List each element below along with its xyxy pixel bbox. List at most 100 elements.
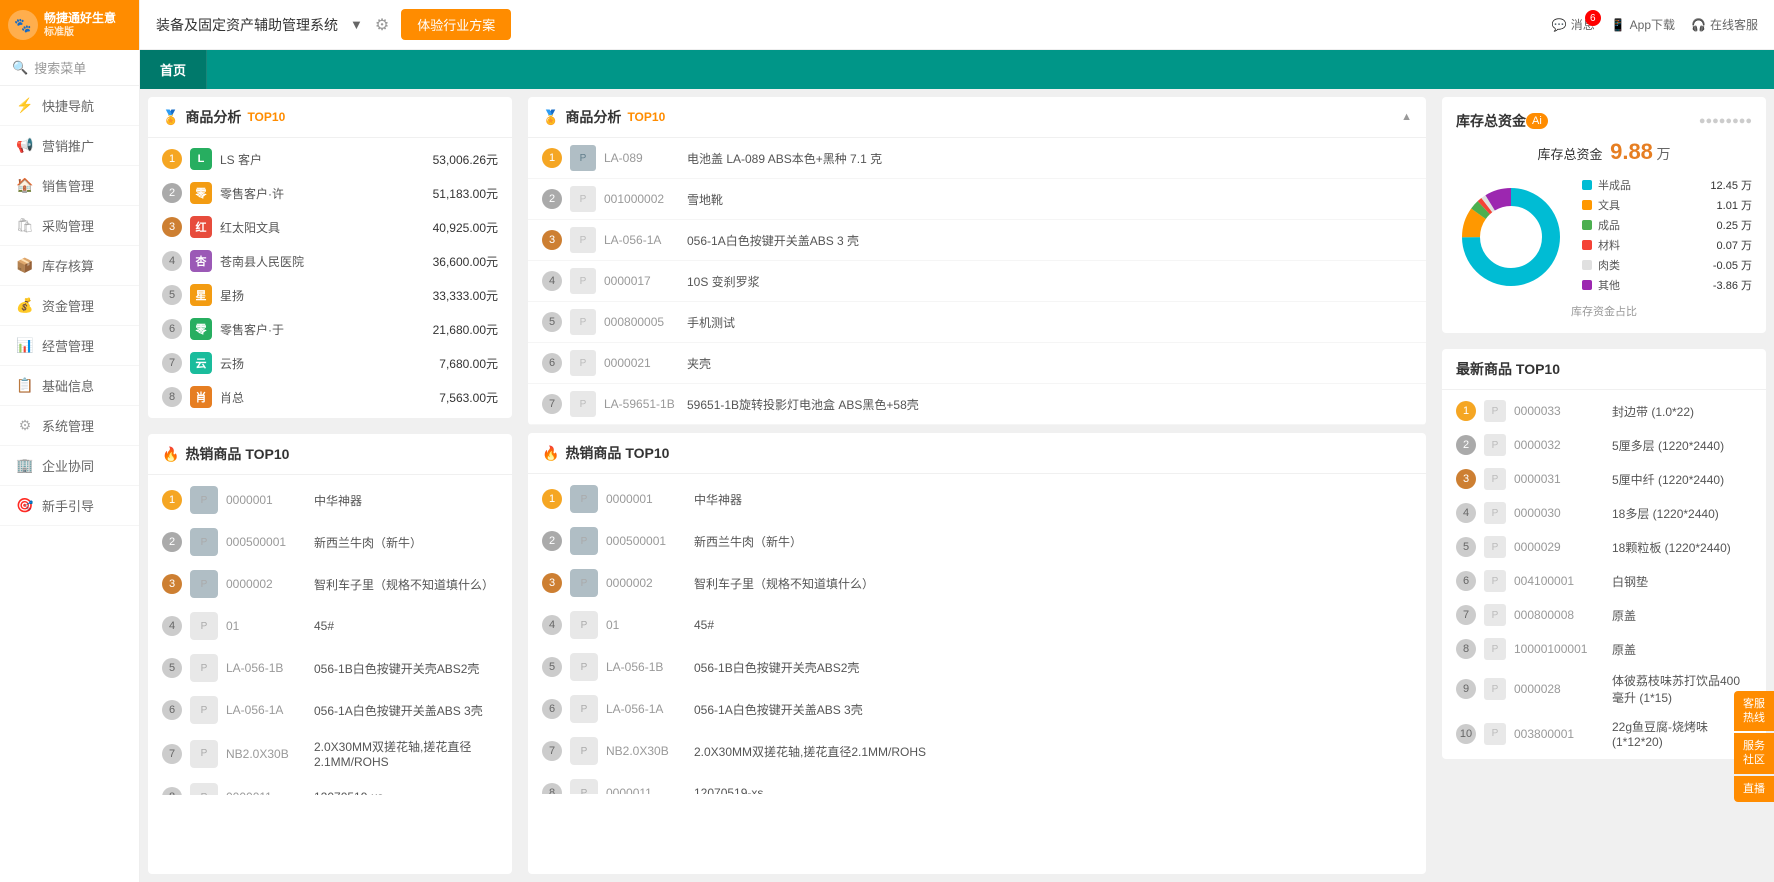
legend-dot xyxy=(1582,200,1592,210)
product-code: 0000021 xyxy=(604,356,679,370)
new-product-item[interactable]: 7 P 000800008 原盖 xyxy=(1442,598,1766,632)
hot-product-main-item[interactable]: 6 P LA-056-1A 056-1A白色按键开关盖ABS 3壳 xyxy=(528,688,1426,730)
product-img: P xyxy=(1484,400,1506,422)
rank-number: 2 xyxy=(162,532,182,552)
rank-number: 6 xyxy=(162,319,182,339)
hot-product-main-item[interactable]: 3 P 0000002 智利车子里（规格不知道填什么） xyxy=(528,562,1426,604)
legend-item: 肉类 -0.05 万 xyxy=(1582,257,1752,273)
customer-value: 51,183.00元 xyxy=(433,185,498,202)
top-customers-header: 🏅 商品分析 TOP10 xyxy=(148,97,512,138)
rank-number: 2 xyxy=(542,189,562,209)
customer-name: 云扬 xyxy=(220,355,431,372)
finance-icon: 💰 xyxy=(16,297,34,315)
sidebar-item-label: 企业协同 xyxy=(42,456,94,475)
customer-rank-item[interactable]: 8 肖 肖总 7,563.00元 xyxy=(148,380,512,414)
mid-product-item[interactable]: 4 P 0000017 10S 变刹罗浆 xyxy=(528,261,1426,302)
sidebar-item-operations[interactable]: 📊 经营管理 xyxy=(0,326,139,366)
product-code: 0000032 xyxy=(1514,438,1604,452)
top10-badge: TOP10 xyxy=(247,110,285,124)
hot-product-main-item[interactable]: 2 P 000500001 新西兰牛肉（新牛） xyxy=(528,520,1426,562)
rank-number: 2 xyxy=(1456,435,1476,455)
cs-btn-2[interactable]: 直播 xyxy=(1734,776,1774,802)
hot-product-item[interactable]: 3 P 0000002 智利车子里（规格不知道填什么） xyxy=(148,563,512,605)
sidebar-item-marketing[interactable]: 📢 营销推广 xyxy=(0,126,139,166)
message-badge: 6 xyxy=(1585,10,1601,26)
product-img: P xyxy=(570,653,598,681)
mid-product-item[interactable]: 5 P 000800005 手机测试 xyxy=(528,302,1426,343)
sidebar-item-inventory[interactable]: 📦 库存核算 xyxy=(0,246,139,286)
product-img: P xyxy=(1484,468,1506,490)
hot-product-main-item[interactable]: 4 P 01 45# xyxy=(528,604,1426,646)
mid-product-item[interactable]: 1 P LA-089 电池盖 LA-089 ABS本色+黑种 7.1 克 xyxy=(528,138,1426,179)
customer-rank-item[interactable]: 6 零 零售客户·于 21,680.00元 xyxy=(148,312,512,346)
app-download-btn[interactable]: 📱 App下载 xyxy=(1611,16,1675,33)
hot-product-main-item[interactable]: 8 P 0000011 12070519-xs xyxy=(528,772,1426,794)
message-btn[interactable]: 💬 消息 6 xyxy=(1552,16,1595,33)
hot-product-item[interactable]: 1 P 0000001 中华神器 xyxy=(148,479,512,521)
mid-panel: 🏅 商品分析 TOP10 ▲ 1 P LA-089 电池盖 LA-089 ABS… xyxy=(520,89,1434,882)
sidebar-item-system[interactable]: ⚙ 系统管理 xyxy=(0,406,139,446)
hot-products-title: 热销商品 TOP10 xyxy=(185,444,289,464)
search-menu[interactable]: 🔍 搜索菜单 xyxy=(0,50,139,86)
hot-product-main-item[interactable]: 1 P 0000001 中华神器 xyxy=(528,478,1426,520)
customer-rank-item[interactable]: 5 星 星扬 33,333.00元 xyxy=(148,278,512,312)
customer-rank-item[interactable]: 4 杏 苍南县人民医院 36,600.00元 xyxy=(148,244,512,278)
trial-button[interactable]: 体验行业方案 xyxy=(401,9,511,40)
new-product-item[interactable]: 2 P 0000032 5厘多层 (1220*2440) xyxy=(1442,428,1766,462)
online-service-btn[interactable]: 🎧 在线客服 xyxy=(1691,16,1758,33)
product-name: 45# xyxy=(314,619,498,633)
sidebar-item-basic-info[interactable]: 📋 基础信息 xyxy=(0,366,139,406)
cs-btn-0[interactable]: 客服热线 xyxy=(1734,691,1774,732)
product-img: P xyxy=(570,779,598,794)
new-product-item[interactable]: 4 P 0000030 18多层 (1220*2440) xyxy=(1442,496,1766,530)
hot-product-item[interactable]: 8 P 0000011 12070519-xs xyxy=(148,776,512,795)
new-product-item[interactable]: 1 P 0000033 封边带 (1.0*22) xyxy=(1442,394,1766,428)
rank-number: 5 xyxy=(542,312,562,332)
system-dropdown[interactable]: ▼ xyxy=(350,17,363,32)
new-product-item[interactable]: 6 P 004100001 白钢垫 xyxy=(1442,564,1766,598)
hot-product-item[interactable]: 4 P 01 45# xyxy=(148,605,512,647)
sidebar-item-enterprise[interactable]: 🏢 企业协同 xyxy=(0,446,139,486)
sidebar-item-purchase[interactable]: 🛍 采购管理 xyxy=(0,206,139,246)
product-code: 0000033 xyxy=(1514,404,1604,418)
tab-home[interactable]: 首页 xyxy=(140,50,207,89)
customer-rank-item[interactable]: 3 红 红太阳文具 40,925.00元 xyxy=(148,210,512,244)
hot-product-main-item[interactable]: 5 P LA-056-1B 056-1B白色按键开关壳ABS2壳 xyxy=(528,646,1426,688)
legend-label: 其他 xyxy=(1598,277,1707,293)
product-code: 0000001 xyxy=(606,492,686,506)
mid-product-item[interactable]: 3 P LA-056-1A 056-1A白色按键开关盖ABS 3 壳 xyxy=(528,220,1426,261)
customer-rank-item[interactable]: 1 L LS 客户 53,006.26元 xyxy=(148,142,512,176)
sidebar-item-sales[interactable]: 🏠 销售管理 xyxy=(0,166,139,206)
sidebar-item-finance[interactable]: 💰 资金管理 xyxy=(0,286,139,326)
product-code: 000500001 xyxy=(606,534,686,548)
hot-product-main-item[interactable]: 7 P NB2.0X30B 2.0X30MM双搓花轴,搓花直径2.1MM/ROH… xyxy=(528,730,1426,772)
avatar: L xyxy=(190,148,212,170)
rank-number: 1 xyxy=(542,489,562,509)
mid-product-item[interactable]: 2 P 001000002 雪地靴 xyxy=(528,179,1426,220)
legend-label: 半成品 xyxy=(1598,177,1704,193)
product-code: LA-59651-1B xyxy=(604,397,679,411)
new-product-item[interactable]: 3 P 0000031 5厘中纤 (1220*2440) xyxy=(1442,462,1766,496)
sidebar-item-guide[interactable]: 🎯 新手引导 xyxy=(0,486,139,526)
new-product-item[interactable]: 8 P 10000100001 原盖 xyxy=(1442,632,1766,666)
customer-rank-item[interactable]: 2 零 零售客户·许 51,183.00元 xyxy=(148,176,512,210)
new-product-item[interactable]: 10 P 003800001 22g鱼豆腐-烧烤味 (1*12*20) xyxy=(1442,712,1766,755)
hot-product-item[interactable]: 7 P NB2.0X30B 2.0X30MM双搓花轴,搓花直径2.1MM/ROH… xyxy=(148,731,512,776)
hot-product-item[interactable]: 6 P LA-056-1A 056-1A白色按键开关盖ABS 3壳 xyxy=(148,689,512,731)
customer-rank-item[interactable]: 7 云 云扬 7,680.00元 xyxy=(148,346,512,380)
hot-product-item[interactable]: 5 P LA-056-1B 056-1B白色按键开关壳ABS2壳 xyxy=(148,647,512,689)
new-product-item[interactable]: 5 P 0000029 18颗粒板 (1220*2440) xyxy=(1442,530,1766,564)
product-name: 45# xyxy=(694,618,1412,632)
cs-btn-1[interactable]: 服务社区 xyxy=(1734,733,1774,774)
product-code: NB2.0X30B xyxy=(606,744,686,758)
sidebar-item-quick-nav[interactable]: ⚡ 快捷导航 xyxy=(0,86,139,126)
mid-product-item[interactable]: 7 P LA-59651-1B 59651-1B旋转投影灯电池盒 ABS黑色+5… xyxy=(528,384,1426,425)
topbar: 装备及固定资产辅助管理系统 ▼ ⚙ 体验行业方案 💬 消息 6 📱 App下载 … xyxy=(140,0,1774,50)
new-product-item[interactable]: 9 P 0000028 体彼荔枝味苏打饮品400毫升 (1*15) xyxy=(1442,666,1766,712)
mid-product-item[interactable]: 6 P 0000021 夹壳 xyxy=(528,343,1426,384)
settings-icon[interactable]: ⚙ xyxy=(375,15,389,35)
basic-info-icon: 📋 xyxy=(16,377,34,395)
product-name: 18多层 (1220*2440) xyxy=(1612,505,1752,522)
hot-product-item[interactable]: 2 P 000500001 新西兰牛肉（新牛） xyxy=(148,521,512,563)
marketing-icon: 📢 xyxy=(16,137,34,155)
